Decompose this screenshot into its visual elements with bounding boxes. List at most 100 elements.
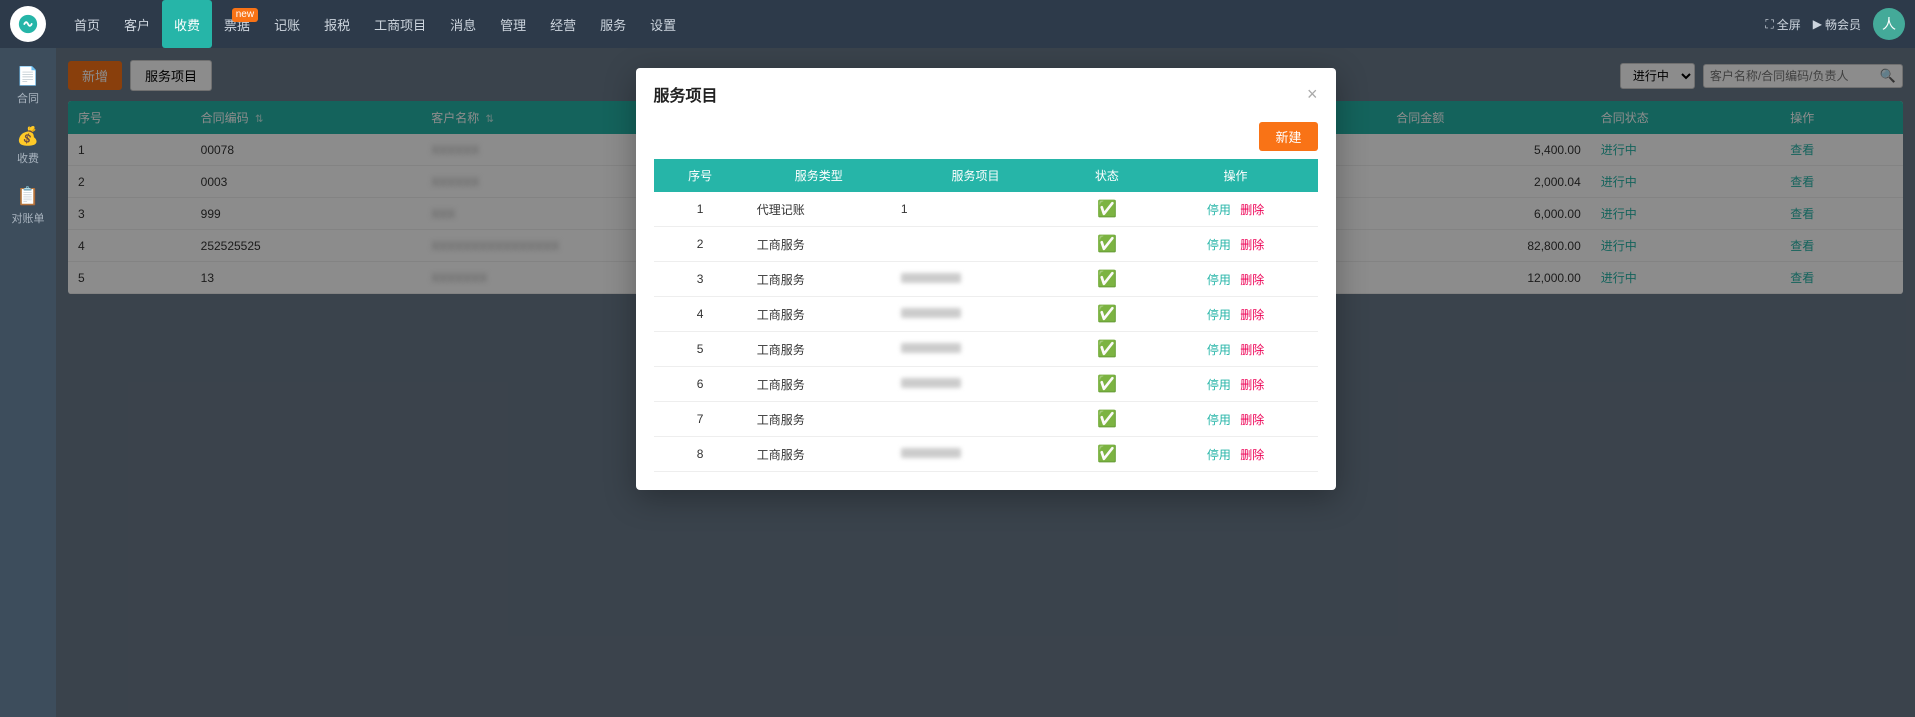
nav-service[interactable]: 服务 <box>588 0 638 48</box>
nav-fee[interactable]: 收费 <box>162 0 212 48</box>
fullscreen-icon: ⛶ <box>1765 17 1773 32</box>
service-table-header: 序号 服务类型 服务项目 状态 操作 <box>654 159 1318 192</box>
list-item: 2 工商服务 ✅ 停用 删除 <box>654 227 1318 262</box>
list-item: 3 工商服务 ✅ 停用 删除 <box>654 262 1318 297</box>
scell-item <box>891 367 1060 402</box>
nav-manage[interactable]: 管理 <box>488 0 538 48</box>
fee-icon: 💰 <box>17 126 39 147</box>
scell-no: 1 <box>654 192 747 227</box>
delete-button[interactable]: 删除 <box>1240 238 1264 252</box>
stop-button[interactable]: 停用 <box>1207 448 1231 462</box>
nav-message[interactable]: 消息 <box>438 0 488 48</box>
delete-button[interactable]: 删除 <box>1240 448 1264 462</box>
list-item: 7 工商服务 ✅ 停用 删除 <box>654 402 1318 437</box>
scell-item: 1 <box>891 192 1060 227</box>
status-check-icon: ✅ <box>1097 271 1117 288</box>
sidebar-item-statement[interactable]: 📋 对账单 <box>0 178 56 234</box>
nav-bookkeeping[interactable]: 记账 <box>262 0 312 48</box>
modal-new-button[interactable]: 新建 <box>1259 122 1317 151</box>
scell-no: 6 <box>654 367 747 402</box>
delete-button[interactable]: 删除 <box>1240 378 1264 392</box>
logo[interactable] <box>10 6 46 42</box>
scell-no: 8 <box>654 437 747 472</box>
list-item: 1 代理记账 1 ✅ 停用 删除 <box>654 192 1318 227</box>
nav-customer[interactable]: 客户 <box>112 0 162 48</box>
nav-right: ⛶ 全屏 ▶ 畅会员 人 <box>1765 8 1905 40</box>
invoice-badge: new <box>232 8 258 22</box>
modal-title: 服务项目 <box>654 82 718 106</box>
modal-overlay: 服务项目 × 新建 序号 服务类型 服务项目 状态 <box>56 48 1915 717</box>
scell-no: 4 <box>654 297 747 332</box>
scell-status: ✅ <box>1060 437 1153 472</box>
scell-status: ✅ <box>1060 227 1153 262</box>
scell-no: 7 <box>654 402 747 437</box>
fullscreen-btn[interactable]: ⛶ 全屏 <box>1765 16 1800 33</box>
scell-no: 2 <box>654 227 747 262</box>
layout: 📄 合同 💰 收费 📋 对账单 新增 服务项目 进行中 已结束 全部 <box>0 48 1915 717</box>
modal-close-button[interactable]: × <box>1307 85 1318 103</box>
scell-type: 工商服务 <box>747 367 891 402</box>
status-check-icon: ✅ <box>1097 446 1117 463</box>
delete-button[interactable]: 删除 <box>1240 273 1264 287</box>
scell-action[interactable]: 停用 删除 <box>1154 367 1318 402</box>
nav-operation[interactable]: 经营 <box>538 0 588 48</box>
scell-status: ✅ <box>1060 402 1153 437</box>
scell-status: ✅ <box>1060 297 1153 332</box>
vip-icon: ▶ <box>1813 17 1822 31</box>
status-check-icon: ✅ <box>1097 376 1117 393</box>
scell-action[interactable]: 停用 删除 <box>1154 262 1318 297</box>
delete-button[interactable]: 删除 <box>1240 413 1264 427</box>
vip-btn[interactable]: ▶ 畅会员 <box>1813 16 1861 33</box>
main-content: 新增 服务项目 进行中 已结束 全部 🔍 序号 <box>56 48 1915 717</box>
statement-icon: 📋 <box>17 186 39 207</box>
scell-item <box>891 437 1060 472</box>
status-check-icon: ✅ <box>1097 306 1117 323</box>
stop-button[interactable]: 停用 <box>1207 238 1231 252</box>
scell-status: ✅ <box>1060 367 1153 402</box>
modal-toolbar: 新建 <box>636 114 1336 159</box>
scol-type: 服务类型 <box>747 159 891 192</box>
status-check-icon: ✅ <box>1097 236 1117 253</box>
nav-invoice[interactable]: 票据 new <box>212 0 262 48</box>
status-check-icon: ✅ <box>1097 341 1117 358</box>
delete-button[interactable]: 删除 <box>1240 203 1264 217</box>
stop-button[interactable]: 停用 <box>1207 413 1231 427</box>
scell-type: 工商服务 <box>747 332 891 367</box>
scell-type: 工商服务 <box>747 402 891 437</box>
scol-item: 服务项目 <box>891 159 1060 192</box>
scell-type: 工商服务 <box>747 437 891 472</box>
scell-type: 工商服务 <box>747 262 891 297</box>
stop-button[interactable]: 停用 <box>1207 273 1231 287</box>
scol-status: 状态 <box>1060 159 1153 192</box>
scell-no: 3 <box>654 262 747 297</box>
avatar[interactable]: 人 <box>1873 8 1905 40</box>
nav-business[interactable]: 工商项目 <box>362 0 438 48</box>
nav-tax[interactable]: 报税 <box>312 0 362 48</box>
service-modal: 服务项目 × 新建 序号 服务类型 服务项目 状态 <box>636 68 1336 490</box>
contract-icon: 📄 <box>17 66 39 87</box>
scell-item <box>891 227 1060 262</box>
scell-action[interactable]: 停用 删除 <box>1154 437 1318 472</box>
scell-status: ✅ <box>1060 192 1153 227</box>
scell-action[interactable]: 停用 删除 <box>1154 227 1318 262</box>
scell-item <box>891 262 1060 297</box>
stop-button[interactable]: 停用 <box>1207 378 1231 392</box>
stop-button[interactable]: 停用 <box>1207 308 1231 322</box>
sidebar: 📄 合同 💰 收费 📋 对账单 <box>0 48 56 717</box>
scell-type: 代理记账 <box>747 192 891 227</box>
sidebar-item-fee[interactable]: 💰 收费 <box>0 118 56 174</box>
scell-status: ✅ <box>1060 262 1153 297</box>
sidebar-item-contract[interactable]: 📄 合同 <box>0 58 56 114</box>
delete-button[interactable]: 删除 <box>1240 343 1264 357</box>
nav-home[interactable]: 首页 <box>62 0 112 48</box>
scell-action[interactable]: 停用 删除 <box>1154 332 1318 367</box>
scell-action[interactable]: 停用 删除 <box>1154 192 1318 227</box>
nav-settings[interactable]: 设置 <box>638 0 688 48</box>
stop-button[interactable]: 停用 <box>1207 343 1231 357</box>
stop-button[interactable]: 停用 <box>1207 203 1231 217</box>
modal-table-wrap[interactable]: 序号 服务类型 服务项目 状态 操作 1 代理记账 1 ✅ 停用 删除 <box>636 159 1336 490</box>
scell-action[interactable]: 停用 删除 <box>1154 297 1318 332</box>
scol-action: 操作 <box>1154 159 1318 192</box>
scell-action[interactable]: 停用 删除 <box>1154 402 1318 437</box>
delete-button[interactable]: 删除 <box>1240 308 1264 322</box>
